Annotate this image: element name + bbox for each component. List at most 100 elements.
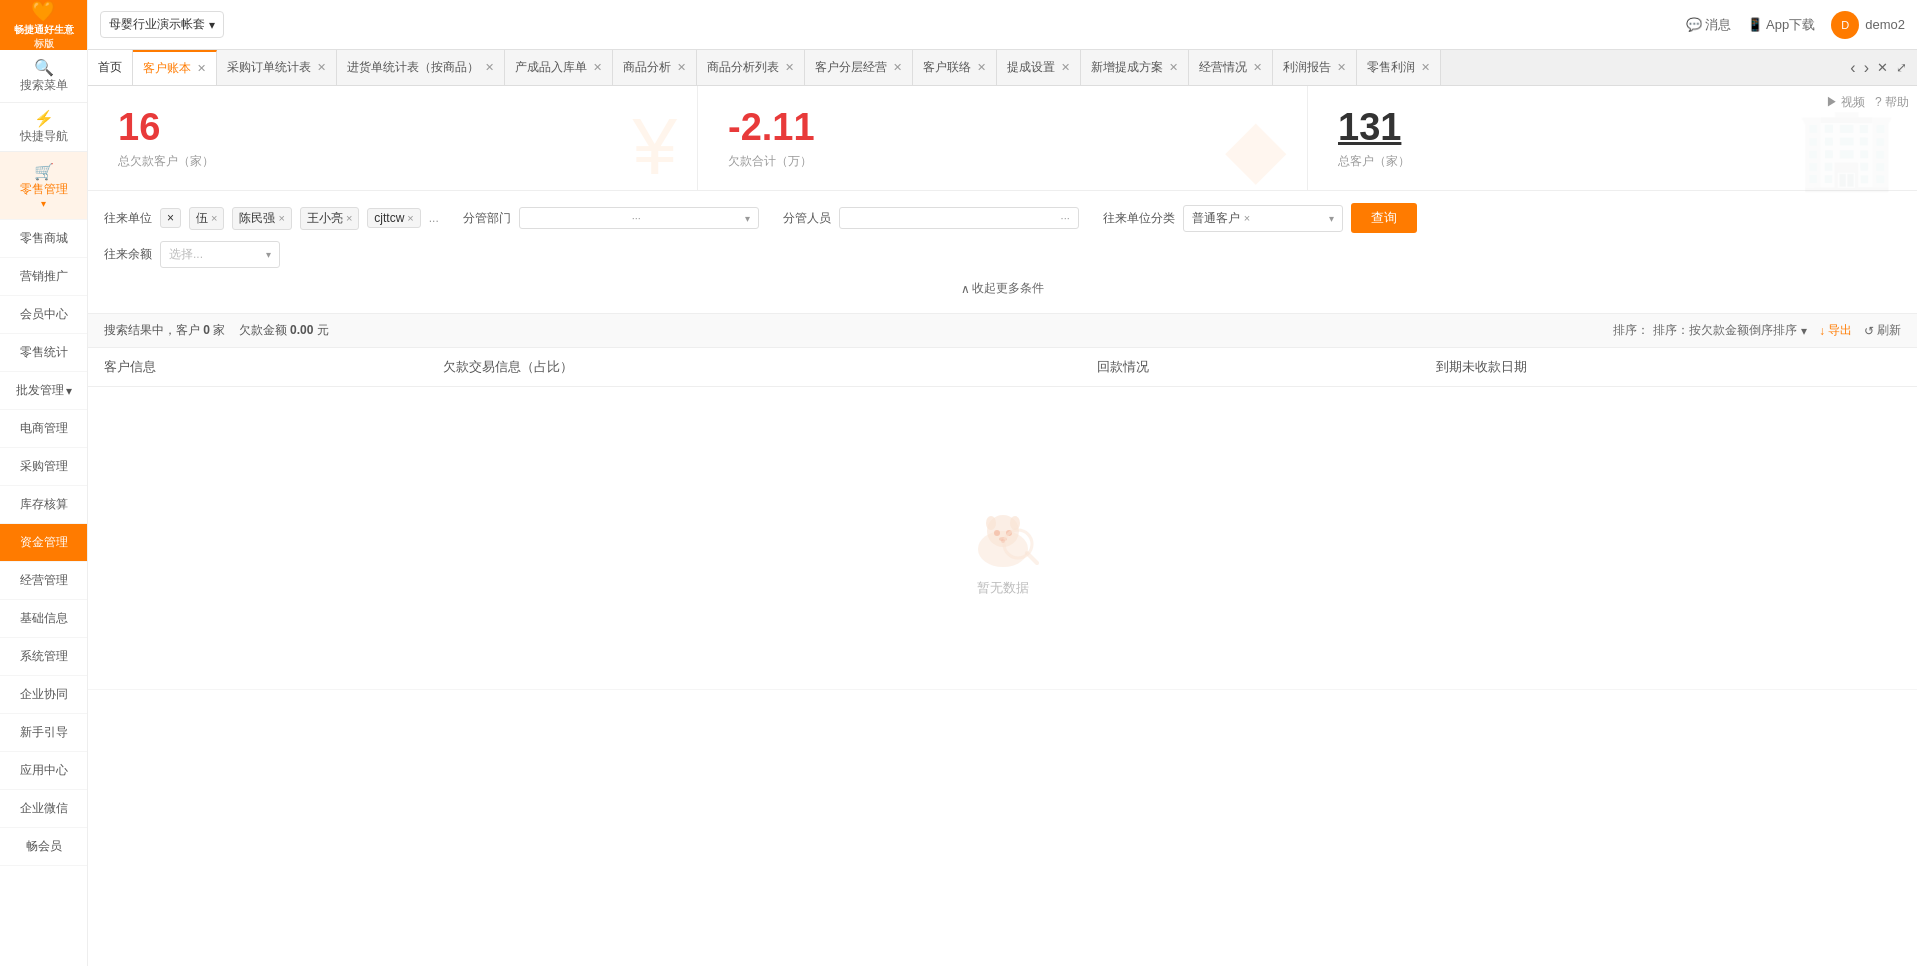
tab-customer-link[interactable]: 客户联络 ✕: [913, 50, 997, 86]
dept-extra-btn[interactable]: ···: [632, 212, 641, 224]
svg-point-9: [1001, 539, 1005, 543]
stat-block-total-customers: 🏢 ▶ 视频 ? 帮助 131 总客户（家）: [1308, 86, 1917, 190]
table-container: 客户信息 欠款交易信息（占比） 回款情况 到期未收款日期: [88, 348, 1917, 700]
tab-close-cost-inbound[interactable]: ✕: [593, 61, 602, 74]
sidebar-item-marketing[interactable]: 营销推广: [0, 258, 87, 296]
username: demo2: [1865, 17, 1905, 32]
app-download-btn[interactable]: 📱 App下载: [1747, 16, 1815, 34]
tab-retail-profit[interactable]: 零售利润 ✕: [1357, 50, 1441, 86]
tab-inbound-stats[interactable]: 进货单统计表（按商品） ✕: [337, 50, 505, 86]
balance-placeholder: 选择...: [169, 246, 203, 263]
retail-arrow: ▾: [0, 198, 87, 209]
collapse-btn[interactable]: ∧ 收起更多条件: [953, 276, 1052, 301]
account-selector[interactable]: 母婴行业演示帐套 ▾: [100, 11, 224, 38]
tab-customer-account[interactable]: 客户账本 ✕: [133, 50, 217, 86]
remove-wang[interactable]: ×: [346, 212, 352, 224]
sidebar-item-quick-nav[interactable]: ⚡ 快捷导航: [0, 103, 87, 152]
help-link[interactable]: ? 帮助: [1875, 94, 1909, 111]
tab-close-customer-tier[interactable]: ✕: [893, 61, 902, 74]
tab-operations[interactable]: 经营情况 ✕: [1189, 50, 1273, 86]
sidebar-item-basic-info[interactable]: 基础信息: [0, 600, 87, 638]
tab-close-inbound-stats[interactable]: ✕: [485, 61, 494, 74]
stat-total-value: 131: [1338, 106, 1401, 149]
tab-customer-tier[interactable]: 客户分层经营 ✕: [805, 50, 913, 86]
tab-close-all-btn[interactable]: ✕: [1875, 58, 1890, 77]
balance-label: 往来余额: [104, 246, 152, 263]
sidebar-item-wholesale[interactable]: 批发管理 ▾: [0, 372, 87, 410]
tab-profit-report[interactable]: 利润报告 ✕: [1273, 50, 1357, 86]
sidebar-item-retail[interactable]: 🛒 零售管理 ▾: [0, 152, 87, 220]
table-header-row: 客户信息 欠款交易信息（占比） 回款情况 到期未收款日期: [88, 348, 1917, 387]
purchase-order-label: 采购订单统计表: [227, 59, 311, 76]
tab-maximize-btn[interactable]: ⤢: [1894, 58, 1909, 77]
unit-class-select[interactable]: 普通客户 × ▾: [1183, 205, 1343, 232]
remove-cjttcw[interactable]: ×: [407, 212, 413, 224]
sort-select[interactable]: 排序： 排序：按欠款金额倒序排序 ▾: [1613, 322, 1807, 339]
filter-tag-chen: 陈民强 ×: [232, 207, 291, 230]
cost-inbound-label: 产成品入库单: [515, 59, 587, 76]
tab-close-retail-profit[interactable]: ✕: [1421, 61, 1430, 74]
sidebar: 🧡 畅捷通好生意 标版 🔍 搜索菜单 ⚡ 快捷导航 🛒 零售管理 ▾ 零售商城 …: [0, 0, 88, 966]
stat-amount-label: 欠款合计（万）: [728, 153, 812, 170]
tab-new-promotion[interactable]: 新增提成方案 ✕: [1081, 50, 1189, 86]
stat-bg-diamond: ◆: [1225, 101, 1287, 194]
empty-state: 暂无数据: [104, 399, 1901, 677]
tab-goods-analysis-list[interactable]: 商品分析列表 ✕: [697, 50, 805, 86]
filter-tag-wang: 王小亮 ×: [300, 207, 359, 230]
remove-wu[interactable]: ×: [211, 212, 217, 224]
search-btn[interactable]: 查询: [1351, 203, 1417, 233]
tab-close-new-promotion[interactable]: ✕: [1169, 61, 1178, 74]
video-link[interactable]: ▶ 视频: [1826, 94, 1865, 111]
sidebar-item-operations-mgmt[interactable]: 经营管理: [0, 562, 87, 600]
sidebar-item-search[interactable]: 🔍 搜索菜单: [0, 50, 87, 103]
person-extra-btn[interactable]: ···: [1061, 212, 1070, 224]
refresh-btn[interactable]: ↺ 刷新: [1864, 322, 1901, 339]
tab-next-btn[interactable]: ›: [1862, 57, 1871, 79]
result-bar-right: 排序： 排序：按欠款金额倒序排序 ▾ ↓ 导出 ↺ 刷新: [1613, 322, 1901, 339]
tab-close-customer-account[interactable]: ✕: [197, 62, 206, 75]
tab-close-goods-analysis[interactable]: ✕: [677, 61, 686, 74]
sidebar-item-inventory[interactable]: 库存核算: [0, 486, 87, 524]
user-menu[interactable]: D demo2: [1831, 11, 1905, 39]
sidebar-item-enterprise-coop[interactable]: 企业协同: [0, 676, 87, 714]
tab-prev-btn[interactable]: ‹: [1848, 57, 1857, 79]
sidebar-item-app-center[interactable]: 应用中心: [0, 752, 87, 790]
remove-unit-class[interactable]: ×: [1244, 212, 1250, 224]
sidebar-item-finance[interactable]: 资金管理: [0, 524, 87, 562]
sidebar-item-purchase[interactable]: 采购管理: [0, 448, 87, 486]
filter-more-btn[interactable]: ...: [429, 211, 439, 225]
remove-chen[interactable]: ×: [278, 212, 284, 224]
sidebar-item-vip[interactable]: 畅会员: [0, 828, 87, 866]
messages-btn[interactable]: 💬 消息: [1686, 16, 1731, 34]
tab-cost-inbound[interactable]: 产成品入库单 ✕: [505, 50, 613, 86]
tab-close-purchase-order[interactable]: ✕: [317, 61, 326, 74]
dept-label: 分管部门: [463, 210, 511, 227]
sidebar-item-retail-stats[interactable]: 零售统计: [0, 334, 87, 372]
tab-close-goods-analysis-list[interactable]: ✕: [785, 61, 794, 74]
person-select[interactable]: ···: [839, 207, 1079, 229]
unit-class-arrow: ▾: [1329, 213, 1334, 224]
sidebar-item-system[interactable]: 系统管理: [0, 638, 87, 676]
wholesale-arrow: ▾: [66, 384, 72, 398]
tab-close-customer-link[interactable]: ✕: [977, 61, 986, 74]
sidebar-item-retail-mall[interactable]: 零售商城: [0, 220, 87, 258]
page-content: ¥ 16 总欠款客户（家） ◆ -2.11 欠款合计（万） 🏢 ▶ 视频 ?: [88, 86, 1917, 966]
app-logo: 🧡 畅捷通好生意 标版: [0, 0, 87, 50]
tab-promotion-settings[interactable]: 提成设置 ✕: [997, 50, 1081, 86]
tab-home[interactable]: 首页: [88, 50, 133, 86]
message-icon: 💬: [1686, 17, 1702, 32]
tab-purchase-order[interactable]: 采购订单统计表 ✕: [217, 50, 337, 86]
sidebar-item-newbie[interactable]: 新手引导: [0, 714, 87, 752]
sidebar-item-ecommerce[interactable]: 电商管理: [0, 410, 87, 448]
sidebar-item-enterprise-wechat[interactable]: 企业微信: [0, 790, 87, 828]
dept-select[interactable]: ··· ▾: [519, 207, 759, 229]
tab-goods-analysis[interactable]: 商品分析 ✕: [613, 50, 697, 86]
tab-close-profit-report[interactable]: ✕: [1337, 61, 1346, 74]
export-btn[interactable]: ↓ 导出: [1819, 322, 1852, 339]
collapse-icon: ∧: [961, 282, 970, 296]
filter-tag-cjttcw: cjttcw ×: [367, 208, 420, 228]
sidebar-item-member[interactable]: 会员中心: [0, 296, 87, 334]
balance-select[interactable]: 选择... ▾: [160, 241, 280, 268]
tab-close-promotion-settings[interactable]: ✕: [1061, 61, 1070, 74]
tab-close-operations[interactable]: ✕: [1253, 61, 1262, 74]
